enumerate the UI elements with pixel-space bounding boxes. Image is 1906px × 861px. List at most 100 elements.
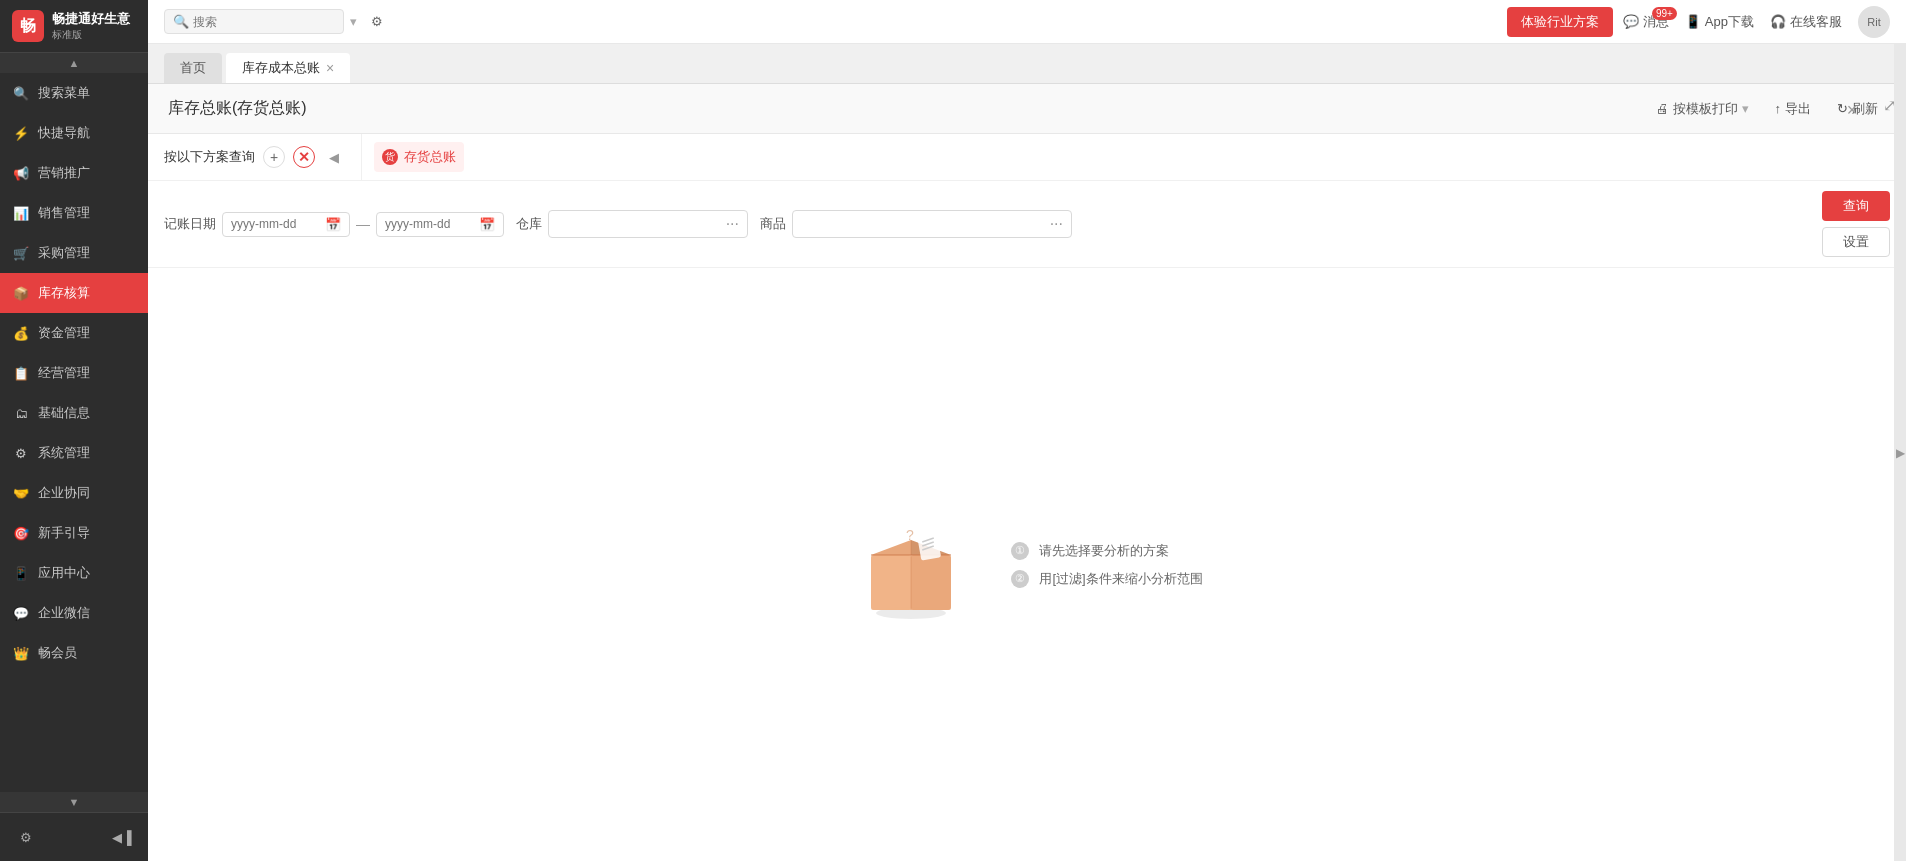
messages-button[interactable]: 💬 消息 99+	[1623, 13, 1669, 31]
tab-close-icon[interactable]: ×	[326, 61, 334, 75]
calendar-end-icon[interactable]: 📅	[479, 217, 495, 232]
finance-icon: 💰	[12, 324, 30, 342]
goods-input[interactable]: ···	[792, 210, 1072, 238]
settings-button[interactable]: 设置	[1822, 227, 1890, 257]
sidebar-item-inventory[interactable]: 📦 库存核算	[0, 273, 148, 313]
sidebar-item-basic[interactable]: 🗂 基础信息	[0, 393, 148, 433]
filter-action-buttons: 查询 设置	[1822, 191, 1890, 257]
tab-home[interactable]: 首页	[164, 53, 222, 83]
purchase-icon: 🛒	[12, 244, 30, 262]
sidebar-item-apps[interactable]: 📱 应用中心	[0, 553, 148, 593]
sidebar-item-corp[interactable]: 🤝 企业协同	[0, 473, 148, 513]
trial-button[interactable]: 体验行业方案	[1507, 7, 1613, 37]
sidebar-item-business[interactable]: 📋 经营管理	[0, 353, 148, 393]
topbar-search-input[interactable]	[193, 15, 313, 29]
filter-fields-row: 记账日期 📅 — 📅 仓库 ···	[148, 181, 1906, 268]
goods-label: 商品	[760, 215, 786, 233]
empty-state: ? ① 请先选择要分析的方案 ② 用[过滤]条件来缩小分析范围	[148, 268, 1906, 861]
warehouse-field-group: 仓库 ···	[516, 210, 748, 238]
print-dropdown-icon: ▾	[1742, 101, 1749, 116]
svg-marker-2	[871, 540, 911, 555]
date-label: 记账日期	[164, 215, 216, 233]
collapse-button[interactable]: ◀▐	[108, 823, 136, 851]
filter-label-area: 按以下方案查询 + ✕ ◀	[148, 134, 362, 180]
sales-icon: 📊	[12, 204, 30, 222]
topbar-search-box[interactable]: 🔍	[164, 9, 344, 34]
tip-text-2: 用[过滤]条件来缩小分析范围	[1039, 570, 1202, 588]
member-icon: 👑	[12, 644, 30, 662]
sidebar-item-guide[interactable]: 🎯 新手引导	[0, 513, 148, 553]
tip-item-1: ① 请先选择要分析的方案	[1011, 542, 1202, 560]
print-button[interactable]: 🖨 按模板打印 ▾	[1648, 96, 1757, 122]
query-button[interactable]: 查询	[1822, 191, 1890, 221]
topbar-search-dropdown-icon[interactable]: ▾	[350, 14, 357, 29]
warehouse-label: 仓库	[516, 215, 542, 233]
online-service-button[interactable]: 🎧 在线客服	[1770, 13, 1842, 31]
scheme-item-inventory[interactable]: 货 存货总账	[374, 142, 464, 172]
message-icon: 💬	[1623, 14, 1639, 29]
calendar-start-icon[interactable]: 📅	[325, 217, 341, 232]
filter-collapse-button[interactable]: ◀	[323, 146, 345, 168]
sidebar: 畅 畅捷通好生意 标准版 ▲ 🔍 搜索菜单 ⚡ 快捷导航 📢 营销推广 📊 销售…	[0, 0, 148, 861]
filter-label: 按以下方案查询	[164, 148, 255, 166]
business-icon: 📋	[12, 364, 30, 382]
search-icon: 🔍	[12, 84, 30, 102]
messages-badge: 99+	[1652, 7, 1677, 20]
sidebar-scroll-up[interactable]: ▲	[0, 53, 148, 73]
goods-more-icon[interactable]: ···	[1050, 215, 1063, 233]
topbar-search-area: 🔍 ▾ ⚙	[164, 8, 1497, 36]
warehouse-field[interactable]	[557, 217, 722, 231]
sidebar-item-purchase[interactable]: 🛒 采购管理	[0, 233, 148, 273]
print-icon: 🖨	[1656, 101, 1669, 116]
date-separator: —	[356, 216, 370, 232]
page-header: 库存总账(存货总账) 🖨 按模板打印 ▾ ↑ 导出 ↻ 刷新 × ⤢	[148, 84, 1906, 134]
sidebar-item-quick-nav[interactable]: ⚡ 快捷导航	[0, 113, 148, 153]
app-download-button[interactable]: 📱 App下载	[1685, 13, 1754, 31]
marketing-icon: 📢	[12, 164, 30, 182]
quick-nav-icon: ⚡	[12, 124, 30, 142]
date-end-field[interactable]	[385, 217, 475, 231]
topbar-gear-button[interactable]: ⚙	[363, 8, 391, 36]
filter-add-button[interactable]: +	[263, 146, 285, 168]
date-start-field[interactable]	[231, 217, 321, 231]
date-field-group: 记账日期 📅 — 📅	[164, 212, 504, 237]
date-end-input[interactable]: 📅	[376, 212, 504, 237]
system-icon: ⚙	[12, 444, 30, 462]
filter-row: 按以下方案查询 + ✕ ◀ 货 存货总账	[148, 134, 1906, 181]
tip-num-1: ①	[1011, 542, 1029, 560]
warehouse-more-icon[interactable]: ···	[726, 215, 739, 233]
export-icon: ↑	[1775, 101, 1782, 116]
sidebar-item-wechat[interactable]: 💬 企业微信	[0, 593, 148, 633]
main-content: 🔍 ▾ ⚙ 体验行业方案 💬 消息 99+ 📱 App下载 🎧 在线客服 Rit	[148, 0, 1906, 861]
headset-icon: 🎧	[1770, 14, 1786, 29]
filter-remove-button[interactable]: ✕	[293, 146, 315, 168]
settings-button[interactable]: ⚙	[12, 823, 40, 851]
sidebar-item-finance[interactable]: 💰 资金管理	[0, 313, 148, 353]
sidebar-scroll-down[interactable]: ▼	[0, 792, 148, 812]
topbar-right: 💬 消息 99+ 📱 App下载 🎧 在线客服 Rit	[1623, 6, 1890, 38]
sidebar-item-member[interactable]: 👑 畅会员	[0, 633, 148, 673]
goods-field[interactable]	[801, 217, 1046, 231]
page-title: 库存总账(存货总账)	[168, 98, 307, 119]
export-button[interactable]: ↑ 导出	[1767, 96, 1820, 122]
warehouse-input[interactable]: ···	[548, 210, 748, 238]
empty-tips: ① 请先选择要分析的方案 ② 用[过滤]条件来缩小分析范围	[1011, 542, 1202, 588]
tip-num-2: ②	[1011, 570, 1029, 588]
sidebar-logo: 畅 畅捷通好生意 标准版	[0, 0, 148, 53]
goods-field-group: 商品 ···	[760, 210, 1072, 238]
sidebar-item-system[interactable]: ⚙ 系统管理	[0, 433, 148, 473]
sidebar-item-sales[interactable]: 📊 销售管理	[0, 193, 148, 233]
tab-inventory-cost[interactable]: 库存成本总账 ×	[226, 53, 350, 83]
basic-icon: 🗂	[12, 404, 30, 422]
date-start-input[interactable]: 📅	[222, 212, 350, 237]
user-avatar[interactable]: Rit	[1858, 6, 1890, 38]
page-close-button[interactable]: ×	[1838, 96, 1866, 124]
right-edge-handle[interactable]: ▶	[1894, 44, 1906, 861]
tip-text-1: 请先选择要分析的方案	[1039, 542, 1169, 560]
sidebar-item-marketing[interactable]: 📢 营销推广	[0, 153, 148, 193]
sidebar-item-search[interactable]: 🔍 搜索菜单	[0, 73, 148, 113]
app-logo-text: 畅捷通好生意 标准版	[52, 10, 130, 42]
sidebar-nav: 🔍 搜索菜单 ⚡ 快捷导航 📢 营销推广 📊 销售管理 🛒 采购管理 📦 库存核…	[0, 73, 148, 792]
inventory-icon: 📦	[12, 284, 30, 302]
corp-icon: 🤝	[12, 484, 30, 502]
